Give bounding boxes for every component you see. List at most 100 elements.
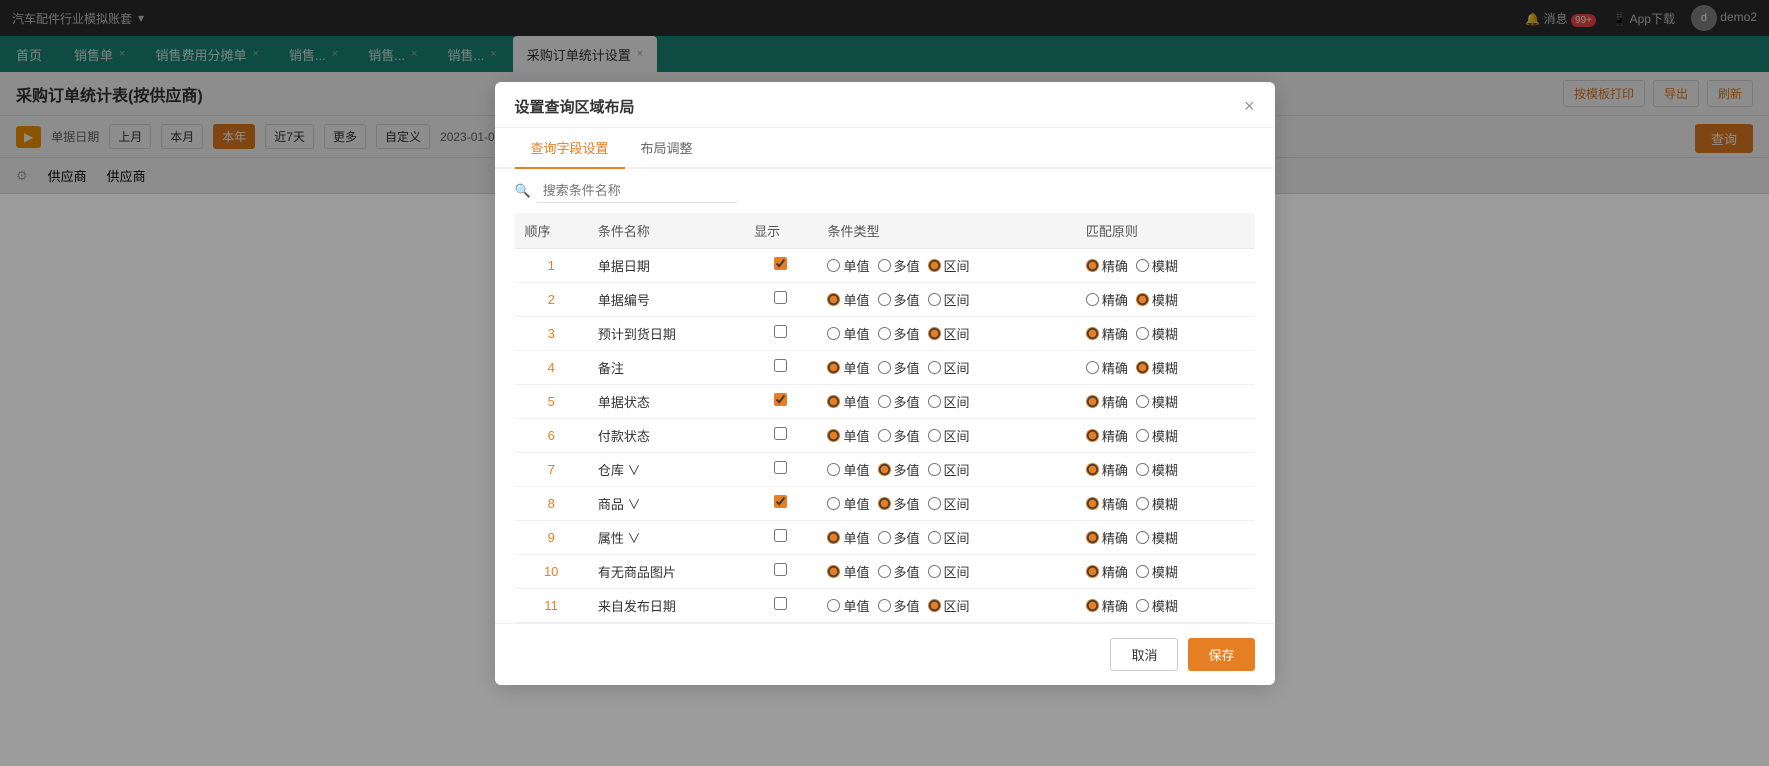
match-radio-item[interactable]: 精确 (1086, 596, 1128, 615)
match-radio-item[interactable]: 精确 (1086, 324, 1128, 343)
type-radio-item[interactable]: 多值 (878, 460, 920, 479)
match-radio-match_fuzzy[interactable] (1136, 259, 1149, 272)
row-display-cell[interactable] (744, 452, 817, 486)
row-display-cell[interactable] (744, 248, 817, 282)
match-radio-item[interactable]: 模糊 (1136, 358, 1178, 377)
type-radio-item[interactable]: 多值 (878, 324, 920, 343)
type-radio-item[interactable]: 单值 (827, 460, 869, 479)
display-checkbox[interactable] (774, 563, 787, 576)
dialog-close-button[interactable]: × (1244, 96, 1255, 117)
match-radio-match_exact[interactable] (1086, 327, 1099, 340)
type-radio-item[interactable]: 区间 (928, 528, 970, 547)
match-radio-match_fuzzy[interactable] (1136, 599, 1149, 612)
type-radio-item[interactable]: 区间 (928, 392, 970, 411)
type-radio-item[interactable]: 单值 (827, 290, 869, 309)
type-radio-type_range[interactable] (928, 565, 941, 578)
type-radio-type_range[interactable] (928, 497, 941, 510)
match-radio-match_exact[interactable] (1086, 599, 1099, 612)
type-radio-type_multi[interactable] (878, 361, 891, 374)
type-radio-type_single[interactable] (827, 497, 840, 510)
match-radio-match_exact[interactable] (1086, 497, 1099, 510)
match-radio-item[interactable]: 模糊 (1136, 460, 1178, 479)
type-radio-item[interactable]: 区间 (928, 562, 970, 581)
type-radio-item[interactable]: 区间 (928, 358, 970, 377)
type-radio-type_single[interactable] (827, 293, 840, 306)
type-radio-item[interactable]: 区间 (928, 256, 970, 275)
type-radio-item[interactable]: 区间 (928, 596, 970, 615)
type-radio-item[interactable]: 单值 (827, 324, 869, 343)
match-radio-item[interactable]: 精确 (1086, 358, 1128, 377)
row-display-cell[interactable] (744, 316, 817, 350)
type-radio-type_single[interactable] (827, 599, 840, 612)
match-radio-match_exact[interactable] (1086, 395, 1099, 408)
type-radio-type_multi[interactable] (878, 599, 891, 612)
match-radio-match_exact[interactable] (1086, 531, 1099, 544)
row-display-cell[interactable] (744, 418, 817, 452)
type-radio-item[interactable]: 区间 (928, 426, 970, 445)
match-radio-item[interactable]: 模糊 (1136, 494, 1178, 513)
type-radio-type_multi[interactable] (878, 395, 891, 408)
type-radio-item[interactable]: 单值 (827, 426, 869, 445)
match-radio-item[interactable]: 精确 (1086, 460, 1128, 479)
type-radio-type_range[interactable] (928, 361, 941, 374)
row-display-cell[interactable] (744, 350, 817, 384)
match-radio-item[interactable]: 精确 (1086, 562, 1128, 581)
type-radio-item[interactable]: 单值 (827, 494, 869, 513)
type-radio-type_range[interactable] (928, 395, 941, 408)
type-radio-type_range[interactable] (928, 327, 941, 340)
type-radio-item[interactable]: 多值 (878, 562, 920, 581)
match-radio-item[interactable]: 模糊 (1136, 324, 1178, 343)
match-radio-item[interactable]: 精确 (1086, 528, 1128, 547)
type-radio-item[interactable]: 单值 (827, 562, 869, 581)
type-radio-item[interactable]: 单值 (827, 358, 869, 377)
display-checkbox[interactable] (774, 291, 787, 304)
type-radio-type_single[interactable] (827, 361, 840, 374)
type-radio-type_multi[interactable] (878, 429, 891, 442)
type-radio-type_multi[interactable] (878, 327, 891, 340)
match-radio-match_exact[interactable] (1086, 293, 1099, 306)
row-display-cell[interactable] (744, 588, 817, 622)
type-radio-type_multi[interactable] (878, 531, 891, 544)
row-display-cell[interactable] (744, 282, 817, 316)
match-radio-match_exact[interactable] (1086, 565, 1099, 578)
display-checkbox[interactable] (774, 325, 787, 338)
type-radio-item[interactable]: 多值 (878, 256, 920, 275)
type-radio-item[interactable]: 单值 (827, 596, 869, 615)
type-radio-type_single[interactable] (827, 429, 840, 442)
match-radio-match_fuzzy[interactable] (1136, 293, 1149, 306)
display-checkbox[interactable] (774, 257, 787, 270)
type-radio-type_range[interactable] (928, 259, 941, 272)
type-radio-item[interactable]: 区间 (928, 290, 970, 309)
type-radio-type_single[interactable] (827, 327, 840, 340)
match-radio-item[interactable]: 精确 (1086, 256, 1128, 275)
match-radio-item[interactable]: 模糊 (1136, 562, 1178, 581)
dialog-tab-layout[interactable]: 布局调整 (625, 128, 709, 169)
match-radio-match_fuzzy[interactable] (1136, 463, 1149, 476)
match-radio-item[interactable]: 模糊 (1136, 290, 1178, 309)
match-radio-match_fuzzy[interactable] (1136, 361, 1149, 374)
save-button[interactable]: 保存 (1188, 638, 1254, 671)
type-radio-item[interactable]: 区间 (928, 460, 970, 479)
display-checkbox[interactable] (774, 597, 787, 610)
match-radio-match_fuzzy[interactable] (1136, 497, 1149, 510)
match-radio-match_fuzzy[interactable] (1136, 395, 1149, 408)
match-radio-match_exact[interactable] (1086, 259, 1099, 272)
type-radio-item[interactable]: 多值 (878, 290, 920, 309)
dialog-tab-query-fields[interactable]: 查询字段设置 (515, 128, 625, 169)
display-checkbox[interactable] (774, 495, 787, 508)
type-radio-type_range[interactable] (928, 599, 941, 612)
row-display-cell[interactable] (744, 384, 817, 418)
type-radio-item[interactable]: 多值 (878, 358, 920, 377)
match-radio-match_exact[interactable] (1086, 463, 1099, 476)
type-radio-type_multi[interactable] (878, 463, 891, 476)
type-radio-type_multi[interactable] (878, 293, 891, 306)
type-radio-type_multi[interactable] (878, 259, 891, 272)
match-radio-item[interactable]: 模糊 (1136, 426, 1178, 445)
row-display-cell[interactable] (744, 520, 817, 554)
row-display-cell[interactable] (744, 486, 817, 520)
match-radio-match_exact[interactable] (1086, 429, 1099, 442)
type-radio-item[interactable]: 多值 (878, 392, 920, 411)
row-display-cell[interactable] (744, 554, 817, 588)
type-radio-item[interactable]: 多值 (878, 596, 920, 615)
type-radio-type_range[interactable] (928, 429, 941, 442)
